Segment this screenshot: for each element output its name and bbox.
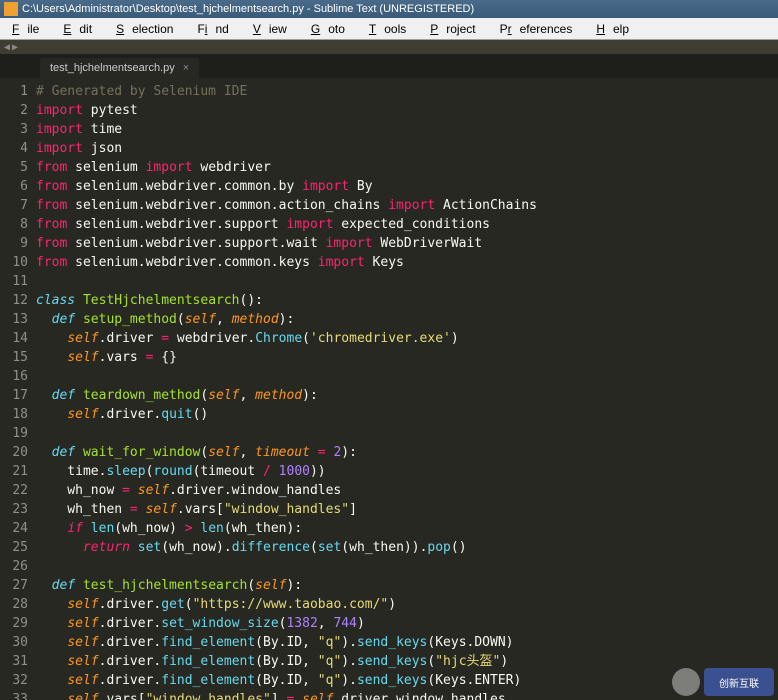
code-line[interactable]: def teardown_method(self, method): [36, 386, 778, 405]
nav-back-icon[interactable]: ◀ [4, 42, 10, 53]
line-number: 20 [4, 443, 28, 462]
tab-close-icon[interactable]: × [183, 62, 189, 74]
menu-project[interactable]: Project [422, 20, 491, 38]
code-line[interactable]: class TestHjchelmentsearch(): [36, 291, 778, 310]
line-number: 23 [4, 500, 28, 519]
code-line[interactable]: def test_hjchelmentsearch(self): [36, 576, 778, 595]
code-line[interactable]: from selenium.webdriver.common.action_ch… [36, 196, 778, 215]
line-number: 15 [4, 348, 28, 367]
line-number: 8 [4, 215, 28, 234]
menu-file[interactable]: File [4, 20, 55, 38]
editor: 1234567891011121314151617181920212223242… [0, 78, 778, 700]
code-line[interactable]: import time [36, 120, 778, 139]
line-number: 22 [4, 481, 28, 500]
line-number: 28 [4, 595, 28, 614]
line-number: 13 [4, 310, 28, 329]
line-number: 10 [4, 253, 28, 272]
line-number: 3 [4, 120, 28, 139]
line-number: 5 [4, 158, 28, 177]
menu-tools[interactable]: Tools [361, 20, 422, 38]
wechat-icon [672, 668, 700, 696]
code-line[interactable]: # Generated by Selenium IDE [36, 82, 778, 101]
line-number: 2 [4, 101, 28, 120]
line-number: 1 [4, 82, 28, 101]
menu-edit[interactable]: Edit [55, 20, 108, 38]
line-number: 25 [4, 538, 28, 557]
code-line[interactable]: from selenium.webdriver.common.by import… [36, 177, 778, 196]
code-line[interactable]: self.vars = {} [36, 348, 778, 367]
toolbar: ◀ ▶ [0, 40, 778, 54]
code-line[interactable]: self.vars["window_handles"] = self.drive… [36, 690, 778, 700]
line-number-gutter: 1234567891011121314151617181920212223242… [0, 78, 36, 700]
tab-label: test_hjchelmentsearch.py [50, 62, 175, 74]
line-number: 19 [4, 424, 28, 443]
line-number: 6 [4, 177, 28, 196]
code-line[interactable] [36, 557, 778, 576]
watermark: 创新互联 [672, 668, 774, 696]
code-line[interactable]: self.driver.get("https://www.taobao.com/… [36, 595, 778, 614]
line-number: 31 [4, 652, 28, 671]
menu-selection[interactable]: Selection [108, 20, 189, 38]
tab-active[interactable]: test_hjchelmentsearch.py × [40, 58, 199, 78]
menu-goto[interactable]: Goto [303, 20, 361, 38]
line-number: 30 [4, 633, 28, 652]
line-number: 27 [4, 576, 28, 595]
line-number: 11 [4, 272, 28, 291]
line-number: 32 [4, 671, 28, 690]
code-line[interactable]: def wait_for_window(self, timeout = 2): [36, 443, 778, 462]
code-line[interactable] [36, 424, 778, 443]
code-line[interactable] [36, 272, 778, 291]
line-number: 18 [4, 405, 28, 424]
code-line[interactable] [36, 367, 778, 386]
code-line[interactable]: if len(wh_now) > len(wh_then): [36, 519, 778, 538]
nav-forward-icon[interactable]: ▶ [12, 42, 18, 53]
menu-help[interactable]: Help [588, 20, 645, 38]
code-line[interactable]: self.driver.find_element(By.ID, "q").sen… [36, 652, 778, 671]
line-number: 9 [4, 234, 28, 253]
menu-bar: File Edit Selection Find View Goto Tools… [0, 18, 778, 40]
code-line[interactable]: self.driver = webdriver.Chrome('chromedr… [36, 329, 778, 348]
code-line[interactable]: def setup_method(self, method): [36, 310, 778, 329]
line-number: 24 [4, 519, 28, 538]
code-line[interactable]: from selenium.webdriver.common.keys impo… [36, 253, 778, 272]
line-number: 29 [4, 614, 28, 633]
line-number: 12 [4, 291, 28, 310]
window-title: C:\Users\Administrator\Desktop\test_hjch… [22, 3, 474, 15]
line-number: 7 [4, 196, 28, 215]
window-titlebar[interactable]: C:\Users\Administrator\Desktop\test_hjch… [0, 0, 778, 18]
line-number: 4 [4, 139, 28, 158]
app-icon [4, 2, 18, 16]
tab-bar: test_hjchelmentsearch.py × [0, 54, 778, 78]
line-number: 33 [4, 690, 28, 700]
code-line[interactable]: from selenium import webdriver [36, 158, 778, 177]
line-number: 26 [4, 557, 28, 576]
line-number: 16 [4, 367, 28, 386]
code-line[interactable]: self.driver.find_element(By.ID, "q").sen… [36, 633, 778, 652]
menu-find[interactable]: Find [189, 20, 244, 38]
watermark-logo: 创新互联 [704, 668, 774, 696]
code-line[interactable]: from selenium.webdriver.support.wait imp… [36, 234, 778, 253]
line-number: 14 [4, 329, 28, 348]
code-line[interactable]: self.driver.set_window_size(1382, 744) [36, 614, 778, 633]
code-line[interactable]: from selenium.webdriver.support import e… [36, 215, 778, 234]
code-line[interactable]: import pytest [36, 101, 778, 120]
code-line[interactable]: return set(wh_now).difference(set(wh_the… [36, 538, 778, 557]
line-number: 17 [4, 386, 28, 405]
code-area[interactable]: # Generated by Selenium IDEimport pytest… [36, 78, 778, 700]
line-number: 21 [4, 462, 28, 481]
code-line[interactable]: wh_now = self.driver.window_handles [36, 481, 778, 500]
code-line[interactable]: import json [36, 139, 778, 158]
code-line[interactable]: wh_then = self.vars["window_handles"] [36, 500, 778, 519]
code-line[interactable]: self.driver.quit() [36, 405, 778, 424]
code-line[interactable]: self.driver.find_element(By.ID, "q").sen… [36, 671, 778, 690]
menu-preferences[interactable]: Preferences [492, 20, 589, 38]
code-line[interactable]: time.sleep(round(timeout / 1000)) [36, 462, 778, 481]
menu-view[interactable]: View [245, 20, 303, 38]
